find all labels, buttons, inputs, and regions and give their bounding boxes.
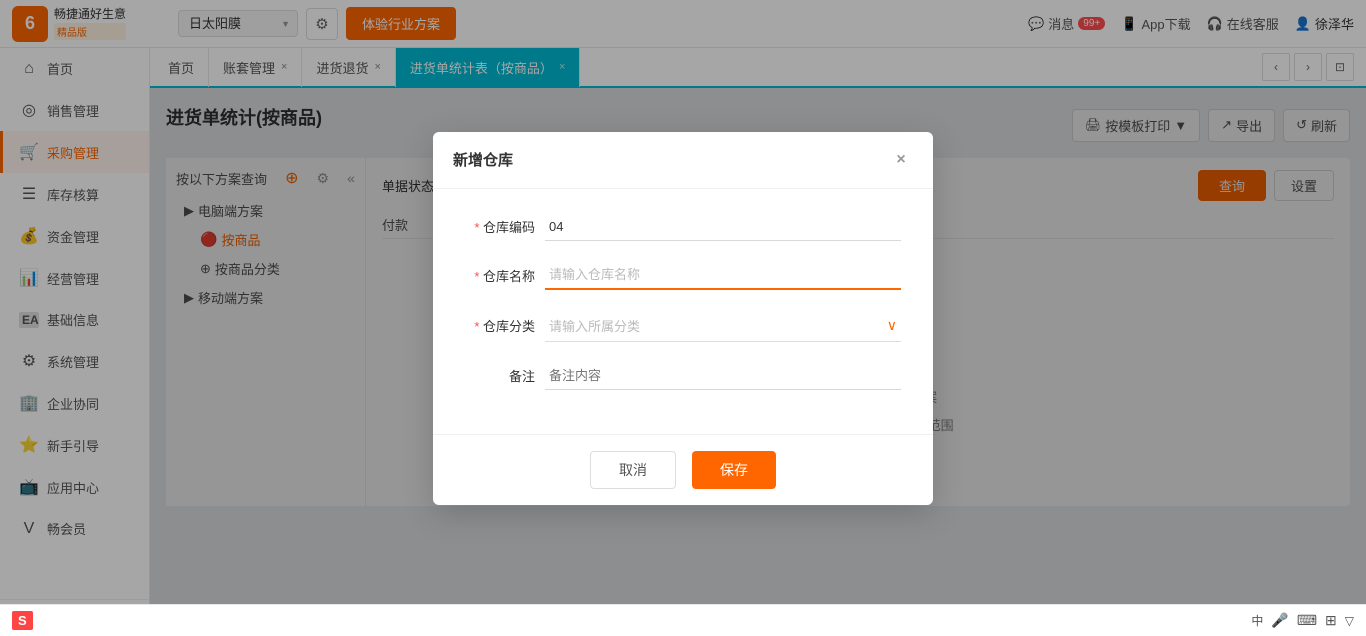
form-row-category: 仓库分类 请输入所属分类 ∨	[465, 310, 901, 342]
form-row-remark: 备注	[465, 362, 901, 390]
add-warehouse-modal: 新增仓库 × 仓库编码 仓库名称 仓库分类 请输入所属分类 ∨	[433, 132, 933, 505]
modal-close-button[interactable]: ×	[889, 148, 913, 172]
remark-input[interactable]	[545, 362, 901, 390]
status-logo: S	[12, 611, 33, 630]
save-button[interactable]: 保存	[692, 451, 776, 489]
name-input[interactable]	[545, 261, 901, 290]
status-icon-grid[interactable]: ⊞	[1325, 612, 1337, 629]
status-icon-mic[interactable]: 🎤	[1271, 612, 1288, 629]
modal-footer: 取消 保存	[433, 434, 933, 505]
modal-title: 新增仓库	[453, 149, 513, 170]
status-icon-zh[interactable]: 中	[1251, 612, 1263, 629]
code-label: 仓库编码	[465, 217, 545, 236]
code-input[interactable]	[545, 213, 901, 241]
category-select-inner[interactable]: 请输入所属分类 ∨	[545, 310, 901, 341]
modal-header: 新增仓库 ×	[433, 132, 933, 189]
status-icon-keyboard[interactable]: ⌨	[1297, 612, 1317, 629]
status-icon-down[interactable]: ▽	[1345, 614, 1354, 628]
category-label: 仓库分类	[465, 316, 545, 335]
remark-label: 备注	[465, 366, 545, 385]
form-row-name: 仓库名称	[465, 261, 901, 290]
name-label: 仓库名称	[465, 266, 545, 285]
modal-body: 仓库编码 仓库名称 仓库分类 请输入所属分类 ∨ 备注	[433, 189, 933, 434]
category-dropdown-icon: ∨	[887, 317, 897, 334]
modal-overlay: 新增仓库 × 仓库编码 仓库名称 仓库分类 请输入所属分类 ∨	[0, 0, 1366, 636]
cancel-button[interactable]: 取消	[590, 451, 676, 489]
category-select-wrap[interactable]: 请输入所属分类 ∨	[545, 310, 901, 342]
status-bar: S 中 🎤 ⌨ ⊞ ▽	[0, 604, 1366, 636]
form-row-code: 仓库编码	[465, 213, 901, 241]
status-icons: 中 🎤 ⌨ ⊞ ▽	[1251, 612, 1354, 629]
category-placeholder: 请输入所属分类	[549, 316, 640, 335]
